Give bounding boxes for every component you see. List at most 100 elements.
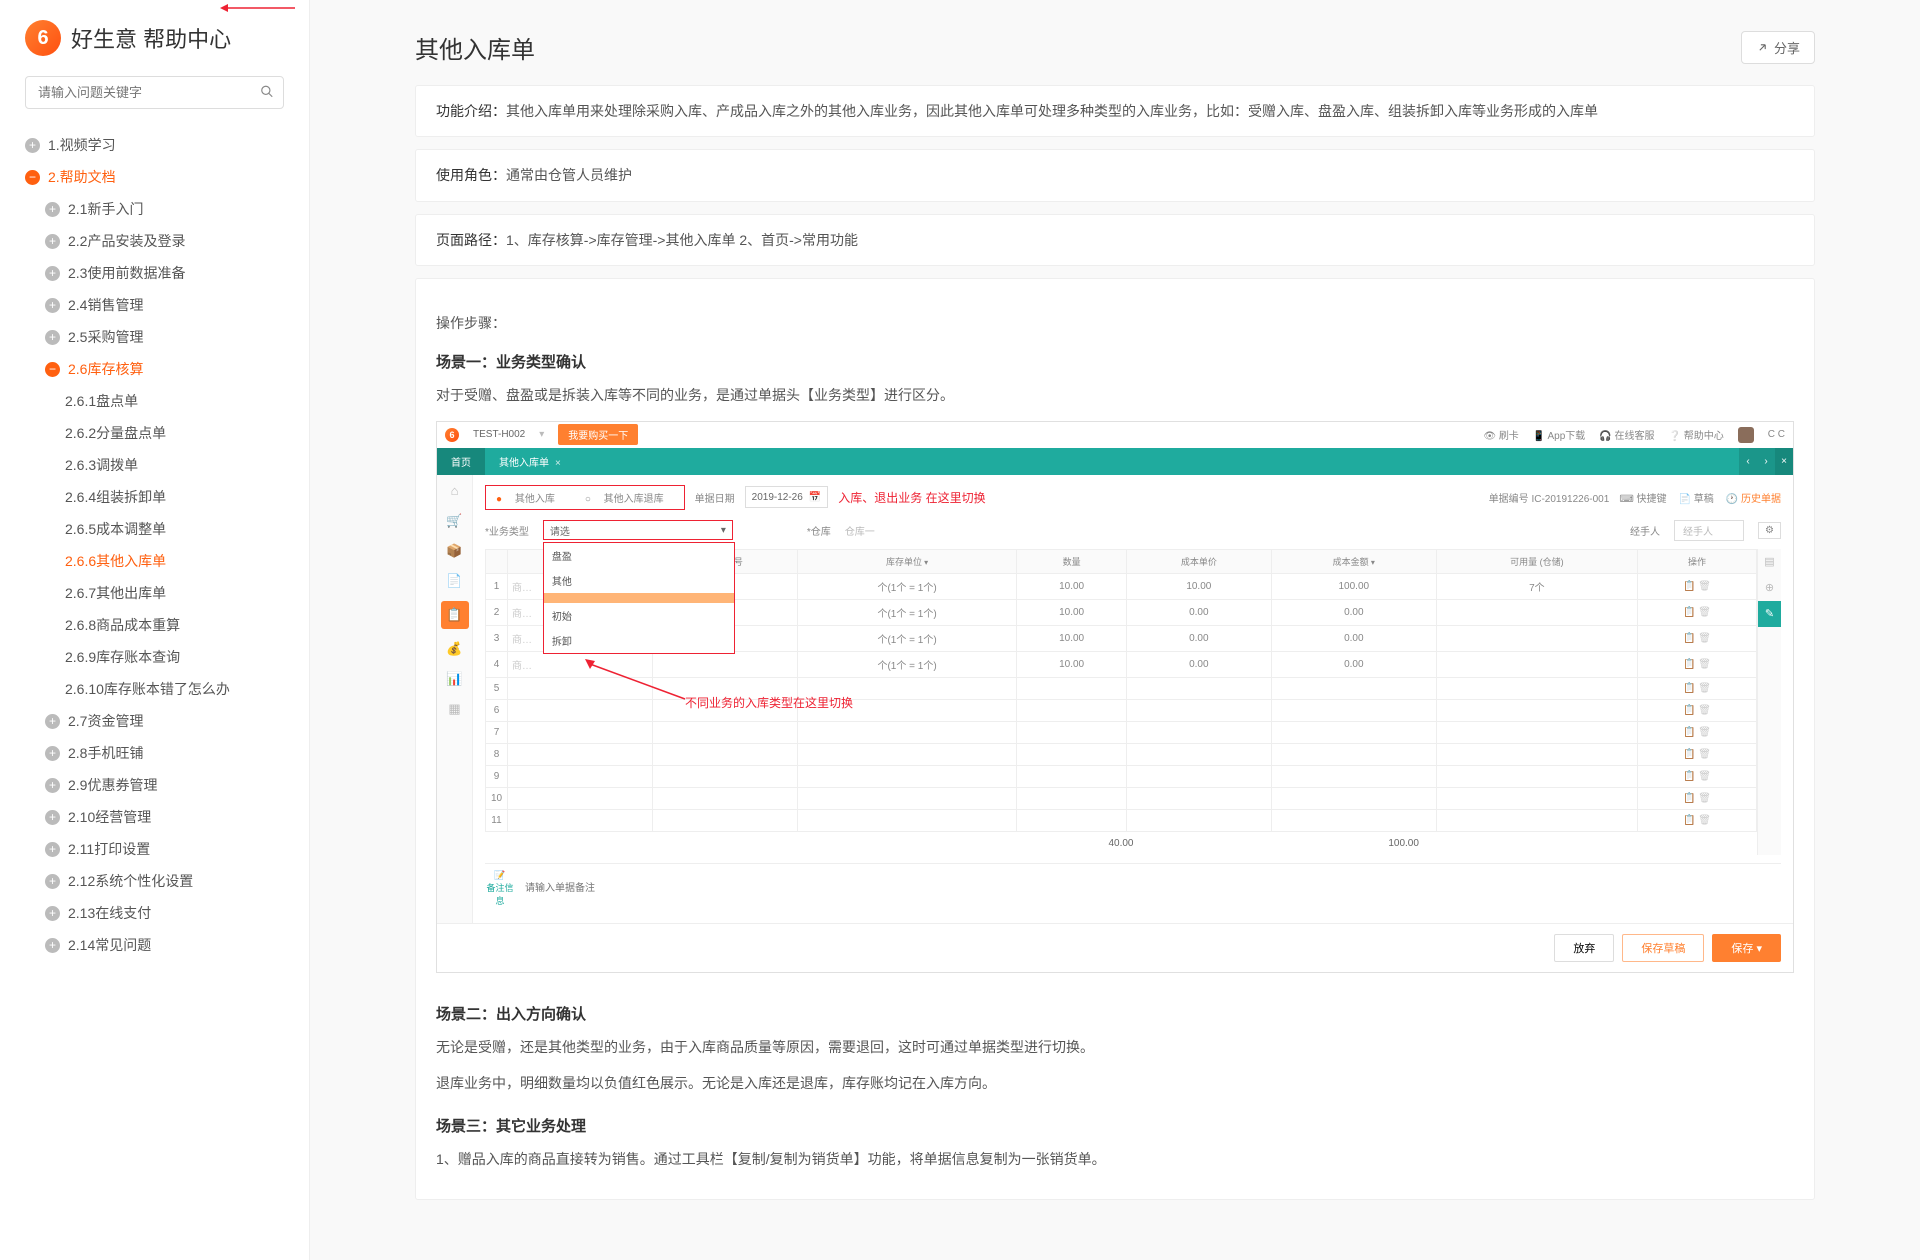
nav-item[interactable]: +1.视频学习 bbox=[25, 129, 284, 161]
cart-icon[interactable]: 🛒 bbox=[447, 513, 463, 529]
share-button[interactable]: 分享 bbox=[1741, 31, 1815, 64]
home-icon[interactable]: ⌂ bbox=[447, 483, 463, 499]
dropdown-option[interactable] bbox=[544, 593, 734, 603]
ss-tab-close-all[interactable]: × bbox=[1775, 448, 1793, 475]
expand-icon[interactable]: + bbox=[45, 746, 60, 761]
biztype-select[interactable]: 请选▾ 盘盈其他初始拆卸 bbox=[543, 520, 733, 540]
nav-item[interactable]: 2.6.3调拨单 bbox=[65, 449, 284, 481]
nav-item[interactable]: −2.帮助文档 bbox=[25, 161, 284, 193]
ss-top-link[interactable]: 🎧 在线客服 bbox=[1599, 427, 1654, 442]
dropdown-option[interactable]: 盘盈 bbox=[544, 543, 734, 568]
tool-icon[interactable]: ⊕ bbox=[1758, 575, 1781, 601]
nav-item[interactable]: 2.6.2分量盘点单 bbox=[65, 417, 284, 449]
history-link[interactable]: 🕐 历史单据 bbox=[1726, 490, 1781, 505]
nav-label: 2.11打印设置 bbox=[68, 839, 150, 859]
tool-icon[interactable]: ✎ bbox=[1758, 601, 1781, 627]
expand-icon[interactable]: + bbox=[45, 938, 60, 953]
ss-tab-prev[interactable]: ‹ bbox=[1739, 448, 1757, 475]
nav-item[interactable]: 2.6.6其他入库单 bbox=[65, 545, 284, 577]
nav-item[interactable]: +2.2产品安装及登录 bbox=[45, 225, 284, 257]
table-row[interactable]: 5📋 🗑 bbox=[486, 677, 1757, 699]
nav-item[interactable]: 2.6.4组装拆卸单 bbox=[65, 481, 284, 513]
save-button[interactable]: 保存 ▾ bbox=[1712, 934, 1781, 962]
date-field[interactable]: 2019-12-26📅 bbox=[745, 486, 829, 508]
table-row[interactable]: 4商…个(1个 = 1个)10.000.000.00📋 🗑 bbox=[486, 651, 1757, 677]
dropdown-option[interactable]: 初始 bbox=[544, 603, 734, 628]
file-icon[interactable]: 📄 bbox=[447, 573, 463, 589]
tab-return[interactable]: ○ 其他入库退库 bbox=[575, 486, 684, 509]
nav-item[interactable]: 2.6.10库存账本错了怎么办 bbox=[65, 673, 284, 705]
tab-entry[interactable]: ● 其他入库 bbox=[486, 486, 575, 509]
nav-item[interactable]: +2.7资金管理 bbox=[45, 705, 284, 737]
expand-icon[interactable]: + bbox=[45, 714, 60, 729]
money-icon[interactable]: 💰 bbox=[447, 641, 463, 657]
search-input[interactable] bbox=[25, 76, 284, 109]
dropdown-option[interactable]: 其他 bbox=[544, 568, 734, 593]
nav-item[interactable]: +2.8手机旺铺 bbox=[45, 737, 284, 769]
nav-item[interactable]: +2.9优惠券管理 bbox=[45, 769, 284, 801]
table-row[interactable]: 8📋 🗑 bbox=[486, 743, 1757, 765]
table-header: 成本金额 ▾ bbox=[1271, 549, 1436, 573]
nav-item[interactable]: +2.12系统个性化设置 bbox=[45, 865, 284, 897]
ss-top-link[interactable]: 📱 App下载 bbox=[1533, 427, 1585, 442]
expand-icon[interactable]: + bbox=[45, 298, 60, 313]
table-row[interactable]: 6📋 🗑 bbox=[486, 699, 1757, 721]
tool-icon[interactable]: ▤ bbox=[1758, 549, 1781, 575]
nav-item[interactable]: 2.6.5成本调整单 bbox=[65, 513, 284, 545]
draft-link[interactable]: 📄 草稿 bbox=[1679, 490, 1714, 505]
nav-item[interactable]: +2.4销售管理 bbox=[45, 289, 284, 321]
nav-item[interactable]: +2.3使用前数据准备 bbox=[45, 257, 284, 289]
warehouse-value[interactable]: 仓库一 bbox=[845, 523, 875, 538]
logo[interactable]: 6 好生意 帮助中心 bbox=[25, 20, 284, 56]
expand-icon[interactable]: + bbox=[45, 234, 60, 249]
search-icon[interactable] bbox=[260, 84, 274, 101]
expand-icon[interactable]: + bbox=[45, 330, 60, 345]
nav-item[interactable]: 2.6.1盘点单 bbox=[65, 385, 284, 417]
chart-icon[interactable]: 📊 bbox=[447, 671, 463, 687]
collapse-icon[interactable]: − bbox=[45, 362, 60, 377]
nav-item[interactable]: +2.14常见问题 bbox=[45, 929, 284, 961]
nav-item[interactable]: +2.10经营管理 bbox=[45, 801, 284, 833]
nav-item[interactable]: 2.6.8商品成本重算 bbox=[65, 609, 284, 641]
ss-top-link[interactable]: ❔ 帮助中心 bbox=[1669, 427, 1724, 442]
expand-icon[interactable]: + bbox=[45, 874, 60, 889]
nav-item[interactable]: +2.11打印设置 bbox=[45, 833, 284, 865]
ss-tab-current[interactable]: 其他入库单× bbox=[485, 448, 575, 475]
nav-item[interactable]: 2.6.7其他出库单 bbox=[65, 577, 284, 609]
nav-item[interactable]: 2.6.9库存账本查询 bbox=[65, 641, 284, 673]
expand-icon[interactable]: + bbox=[45, 906, 60, 921]
nav-label: 2.12系统个性化设置 bbox=[68, 871, 193, 891]
table-row[interactable]: 9📋 🗑 bbox=[486, 765, 1757, 787]
nav-item[interactable]: +2.1新手入门 bbox=[45, 193, 284, 225]
nav-item[interactable]: +2.13在线支付 bbox=[45, 897, 284, 929]
ss-tab-next[interactable]: › bbox=[1757, 448, 1775, 475]
expand-icon[interactable]: + bbox=[45, 842, 60, 857]
table-row[interactable]: 11📋 🗑 bbox=[486, 809, 1757, 831]
table-row[interactable]: 10📋 🗑 bbox=[486, 787, 1757, 809]
collapse-icon[interactable]: − bbox=[25, 170, 40, 185]
nav-item[interactable]: +2.5采购管理 bbox=[45, 321, 284, 353]
hotkey-link[interactable]: ⌨ 快捷键 bbox=[1619, 490, 1666, 505]
table-row[interactable]: 7📋 🗑 bbox=[486, 721, 1757, 743]
operator-input[interactable]: 经手人 bbox=[1674, 520, 1744, 541]
settings-icon[interactable]: ⚙ bbox=[1758, 522, 1781, 539]
close-icon[interactable]: × bbox=[555, 458, 561, 469]
expand-icon[interactable]: + bbox=[25, 138, 40, 153]
cancel-button[interactable]: 放弃 bbox=[1554, 934, 1614, 962]
expand-icon[interactable]: + bbox=[45, 810, 60, 825]
ss-tab-home[interactable]: 首页 bbox=[437, 448, 485, 475]
ss-brand-icon: 6 bbox=[445, 428, 459, 442]
ss-upgrade-btn[interactable]: 我要购买一下 bbox=[558, 424, 638, 445]
grid-icon[interactable]: ▦ bbox=[447, 701, 463, 717]
remark-input[interactable] bbox=[525, 870, 1781, 907]
save-draft-button[interactable]: 保存草稿 bbox=[1622, 934, 1704, 962]
expand-icon[interactable]: + bbox=[45, 266, 60, 281]
expand-icon[interactable]: + bbox=[45, 778, 60, 793]
ss-avatar[interactable] bbox=[1738, 427, 1754, 443]
expand-icon[interactable]: + bbox=[45, 202, 60, 217]
dropdown-option[interactable]: 拆卸 bbox=[544, 628, 734, 653]
inventory-icon[interactable]: 📋 bbox=[441, 601, 469, 629]
nav-item[interactable]: −2.6库存核算 bbox=[45, 353, 284, 385]
ss-top-link[interactable]: 👁 刷卡 bbox=[1483, 427, 1518, 442]
box-icon[interactable]: 📦 bbox=[447, 543, 463, 559]
